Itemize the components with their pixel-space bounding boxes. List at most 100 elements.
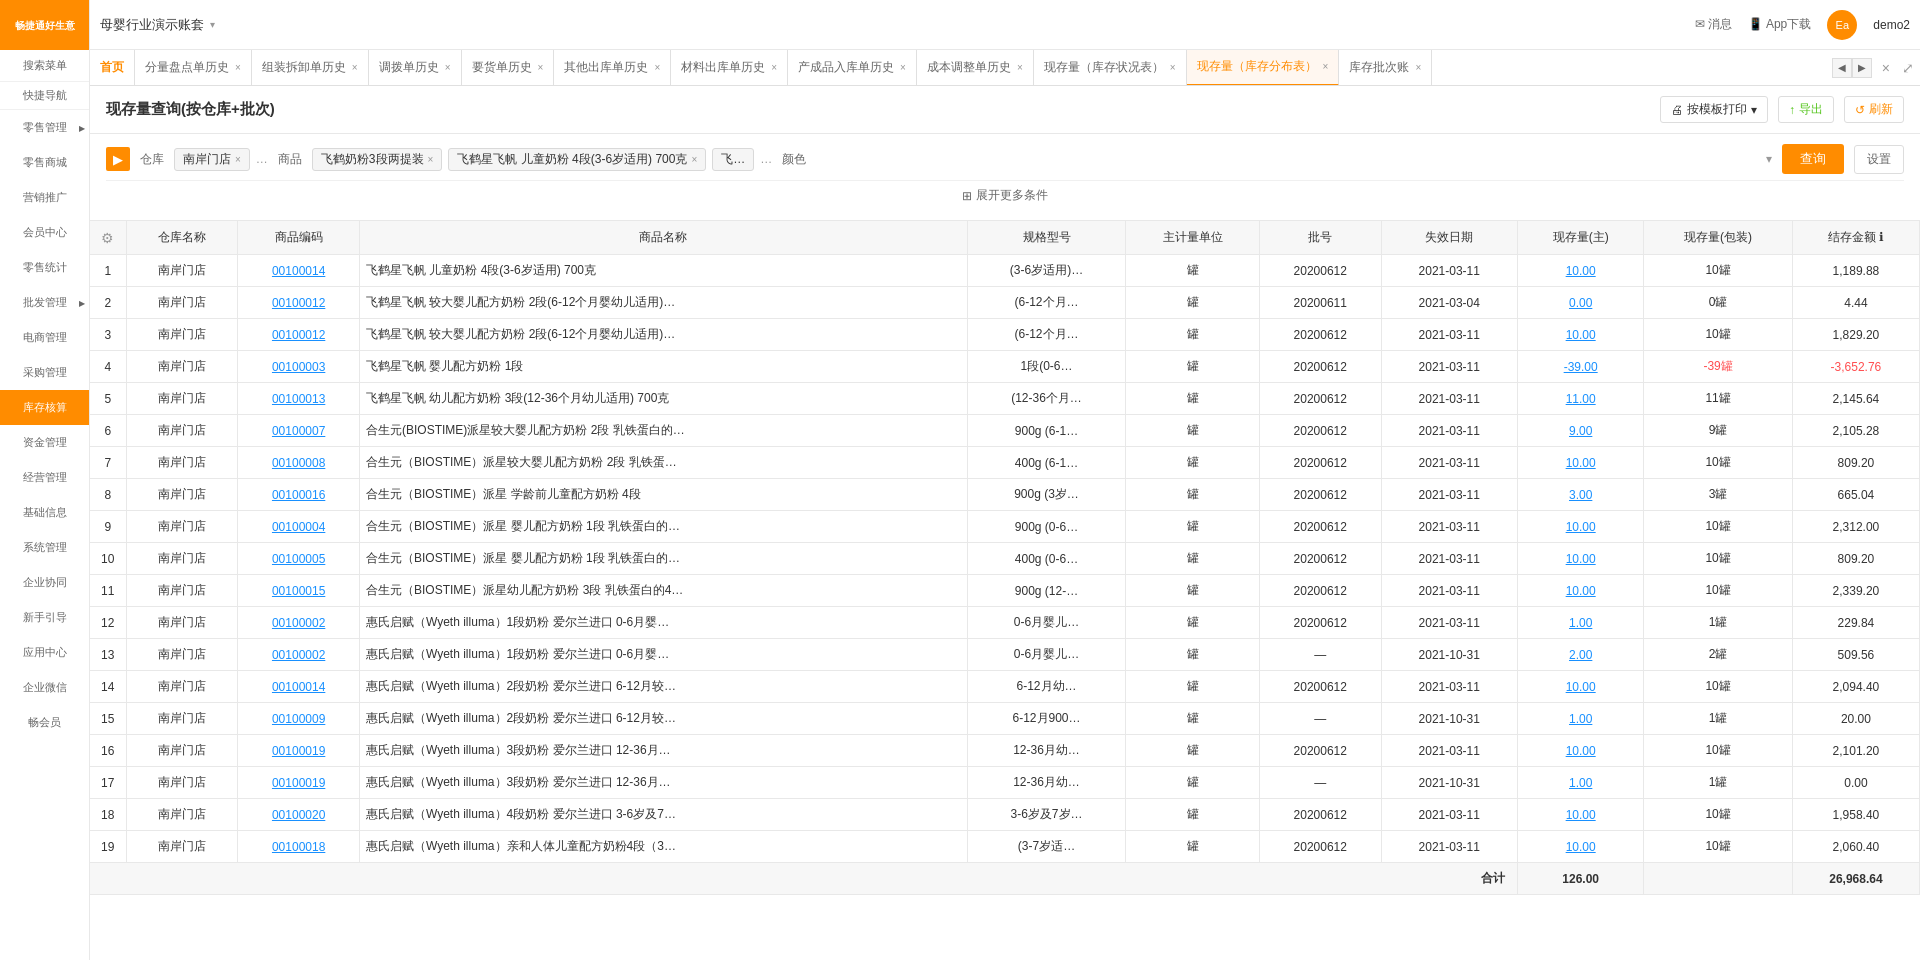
goods-tag-0[interactable]: 飞鹤奶粉3段两提装 × [312, 148, 443, 171]
tab-product-in[interactable]: 产成品入库单历史 × [788, 50, 917, 86]
row-code[interactable]: 00100014 [238, 671, 360, 703]
tab-close6[interactable]: × [771, 62, 777, 73]
sidebar-item-apps[interactable]: 应用中心 [0, 635, 89, 670]
tab-split[interactable]: 分量盘点单历史 × [135, 50, 252, 86]
sidebar-item-finance[interactable]: 资金管理 [0, 425, 89, 460]
tab-require[interactable]: 要货单历史 × [462, 50, 555, 86]
goods-tag-1[interactable]: 飞鹤星飞帆 儿童奶粉 4段(3-6岁适用) 700克 × [448, 148, 706, 171]
row-qty-main[interactable]: 1.00 [1517, 703, 1643, 735]
tab-close8[interactable]: × [1017, 62, 1023, 73]
tab-close11[interactable]: × [1415, 62, 1421, 73]
tab-cost-adjust[interactable]: 成本调整单历史 × [917, 50, 1034, 86]
row-qty-main[interactable]: 10.00 [1517, 511, 1643, 543]
row-code[interactable]: 00100019 [238, 735, 360, 767]
row-code[interactable]: 00100003 [238, 351, 360, 383]
row-qty-main[interactable]: 1.00 [1517, 607, 1643, 639]
row-code[interactable]: 00100008 [238, 447, 360, 479]
row-code[interactable]: 00100018 [238, 831, 360, 863]
row-qty-main[interactable]: 10.00 [1517, 447, 1643, 479]
row-qty-main[interactable]: 10.00 [1517, 799, 1643, 831]
sidebar-item-member[interactable]: 会员中心 [0, 215, 89, 250]
tab-close-all-btn[interactable]: × [1876, 60, 1896, 76]
sidebar-item-marketing[interactable]: 营销推广 [0, 180, 89, 215]
row-code[interactable]: 00100016 [238, 479, 360, 511]
tab-close2[interactable]: × [352, 62, 358, 73]
sidebar-item-wholesale[interactable]: 批发管理 ▶ [0, 285, 89, 320]
warehouse-tag[interactable]: 南岸门店 × [174, 148, 250, 171]
tab-close9[interactable]: × [1170, 62, 1176, 73]
goods-tag-more[interactable]: 飞… [712, 148, 754, 171]
export-button[interactable]: ↑ 导出 [1778, 96, 1834, 123]
tab-other-out[interactable]: 其他出库单历史 × [554, 50, 671, 86]
tab-unpack[interactable]: 组装拆卸单历史 × [252, 50, 369, 86]
tab-close7[interactable]: × [900, 62, 906, 73]
row-qty-main[interactable]: 2.00 [1517, 639, 1643, 671]
row-qty-main[interactable]: 10.00 [1517, 831, 1643, 863]
tab-material-out[interactable]: 材料出库单历史 × [671, 50, 788, 86]
goods-tag-1-close[interactable]: × [691, 154, 697, 165]
row-code[interactable]: 00100009 [238, 703, 360, 735]
print-button[interactable]: 🖨 按模板打印 ▾ [1660, 96, 1768, 123]
row-qty-main[interactable]: 10.00 [1517, 255, 1643, 287]
row-qty-main[interactable]: 11.00 [1517, 383, 1643, 415]
sidebar-item-retail[interactable]: 零售管理 ▶ [0, 110, 89, 145]
expand-more-btn[interactable]: ⊞ 展开更多条件 [106, 180, 1904, 210]
row-qty-main[interactable]: 10.00 [1517, 575, 1643, 607]
goods-tag-0-close[interactable]: × [428, 154, 434, 165]
row-qty-main[interactable]: 10.00 [1517, 319, 1643, 351]
row-code[interactable]: 00100007 [238, 415, 360, 447]
tab-home[interactable]: 首页 [90, 50, 135, 86]
tab-close3[interactable]: × [445, 62, 451, 73]
app-download-btn[interactable]: 📱 App下载 [1748, 16, 1811, 33]
row-code[interactable]: 00100002 [238, 639, 360, 671]
sidebar-item-store[interactable]: 零售商城 [0, 145, 89, 180]
tab-close10[interactable]: × [1323, 61, 1329, 72]
goods-more-indicator[interactable]: … [760, 152, 772, 166]
expand-toggle-btn[interactable]: ▶ [106, 147, 130, 171]
sidebar-item-corp[interactable]: 企业协同 [0, 565, 89, 600]
warehouse-tag-close[interactable]: × [235, 154, 241, 165]
sidebar-item-guide[interactable]: 新手引导 [0, 600, 89, 635]
row-qty-main[interactable]: 1.00 [1517, 767, 1643, 799]
row-code[interactable]: 00100013 [238, 383, 360, 415]
sidebar-item-ops[interactable]: 经营管理 [0, 460, 89, 495]
tab-stock-dist[interactable]: 现存量（库存分布表） × [1187, 50, 1340, 86]
tab-prev-btn[interactable]: ◀ [1832, 58, 1852, 78]
sidebar-search[interactable]: 搜索菜单 [0, 50, 89, 82]
row-code[interactable]: 00100002 [238, 607, 360, 639]
sidebar-item-sys[interactable]: 系统管理 [0, 530, 89, 565]
row-qty-main[interactable]: 10.00 [1517, 671, 1643, 703]
tab-stock-status[interactable]: 现存量（库存状况表） × [1034, 50, 1187, 86]
refresh-button[interactable]: ↺ 刷新 [1844, 96, 1904, 123]
tab-next-btn[interactable]: ▶ [1852, 58, 1872, 78]
sidebar-item-base[interactable]: 基础信息 [0, 495, 89, 530]
row-code[interactable]: 00100004 [238, 511, 360, 543]
sidebar-item-purchase[interactable]: 采购管理 [0, 355, 89, 390]
sidebar-item-vip[interactable]: 畅会员 [0, 705, 89, 740]
row-code[interactable]: 00100005 [238, 543, 360, 575]
row-qty-main[interactable]: 10.00 [1517, 735, 1643, 767]
row-qty-main[interactable]: 3.00 [1517, 479, 1643, 511]
col-settings[interactable]: ⚙ [90, 221, 126, 255]
row-qty-main[interactable]: 10.00 [1517, 543, 1643, 575]
sidebar-quicknav[interactable]: 快捷导航 [0, 82, 89, 110]
filter-more-indicator[interactable]: … [256, 152, 268, 166]
tab-close4[interactable]: × [538, 62, 544, 73]
setting-button[interactable]: 设置 [1854, 145, 1904, 174]
row-qty-main[interactable]: -39.00 [1517, 351, 1643, 383]
row-qty-main[interactable]: 9.00 [1517, 415, 1643, 447]
tab-close[interactable]: × [235, 62, 241, 73]
row-code[interactable]: 00100015 [238, 575, 360, 607]
row-qty-main[interactable]: 0.00 [1517, 287, 1643, 319]
row-code[interactable]: 00100012 [238, 319, 360, 351]
query-button[interactable]: 查询 [1782, 144, 1844, 174]
row-code[interactable]: 00100020 [238, 799, 360, 831]
sidebar-item-stats[interactable]: 零售统计 [0, 250, 89, 285]
row-code[interactable]: 00100014 [238, 255, 360, 287]
sidebar-item-inventory[interactable]: 库存核算 [0, 390, 89, 425]
row-code[interactable]: 00100012 [238, 287, 360, 319]
sidebar-item-wechat[interactable]: 企业微信 [0, 670, 89, 705]
tab-batch-ledger[interactable]: 库存批次账 × [1339, 50, 1432, 86]
tab-mix[interactable]: 调拨单历史 × [369, 50, 462, 86]
account-dropdown[interactable]: 母婴行业演示账套 ▾ [100, 16, 215, 34]
